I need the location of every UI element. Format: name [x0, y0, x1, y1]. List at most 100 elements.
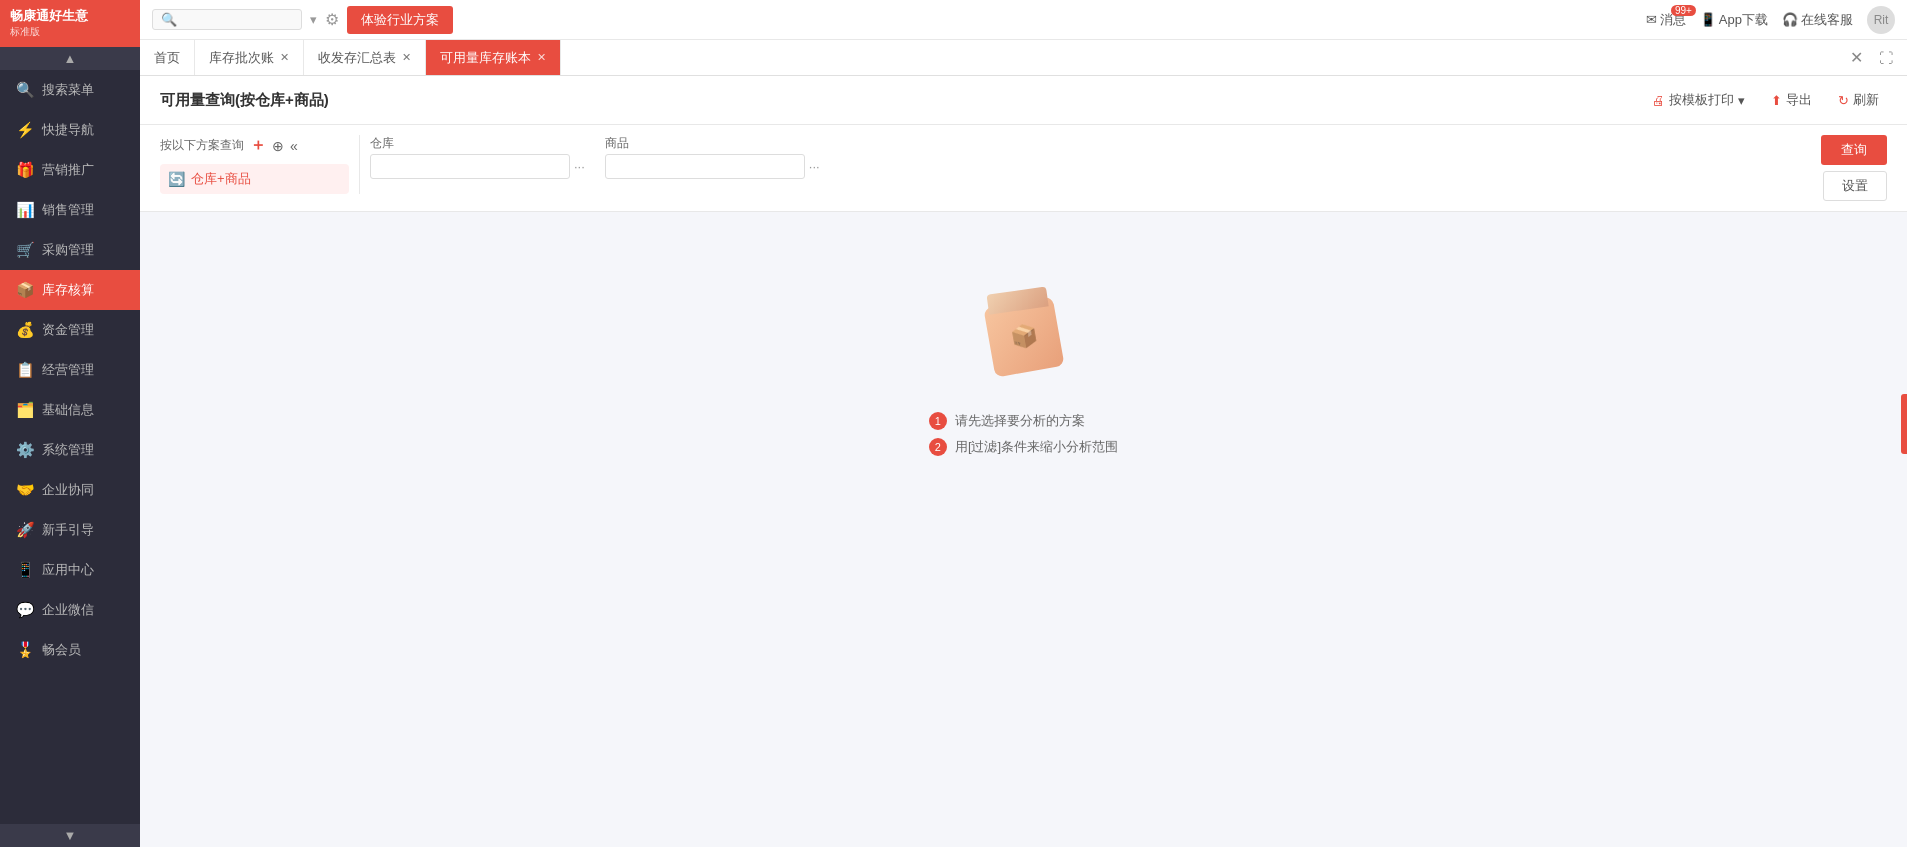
message-icon-area[interactable]: ✉ 消息 99+: [1646, 11, 1686, 29]
sidebar-item-marketing[interactable]: 🎁营销推广: [0, 150, 140, 190]
empty-hint-1: 1 请先选择要分析的方案: [929, 412, 1118, 430]
empty-state: 📦 1 请先选择要分析的方案 2 用[过滤]条件来缩小分析范围: [140, 212, 1907, 536]
hint-num-2: 2: [929, 438, 947, 456]
sidebar-item-label: 企业协同: [42, 481, 94, 499]
sidebar-item-purchase[interactable]: 🛒采购管理: [0, 230, 140, 270]
product-more-btn[interactable]: ···: [809, 159, 820, 174]
sidebar-item-label: 搜索菜单: [42, 81, 94, 99]
app-center-icon: 📱: [16, 561, 34, 579]
sidebar-item-sales[interactable]: 📊销售管理: [0, 190, 140, 230]
chevron-down-icon[interactable]: ▾: [310, 12, 317, 27]
product-input[interactable]: [605, 154, 805, 179]
sidebar-item-vip[interactable]: 🎖️畅会员: [0, 630, 140, 670]
sidebar: 畅康通好生意 标准版 ▲ 🔍 搜索菜单 ⚡快捷导航🎁营销推广📊销售管理🛒采购管理📦库…: [0, 0, 140, 847]
print-label: 按模板打印: [1669, 91, 1734, 109]
scheme-collapse-btn[interactable]: «: [290, 138, 298, 154]
print-btn[interactable]: 🖨 按模板打印 ▾: [1644, 88, 1753, 112]
sidebar-item-app-center[interactable]: 📱 应用中心: [0, 550, 140, 590]
online-service-link[interactable]: 🎧 在线客服: [1782, 11, 1853, 29]
industry-btn[interactable]: 体验行业方案: [347, 6, 453, 34]
sidebar-scroll-down[interactable]: ▼: [0, 824, 140, 847]
sidebar-scroll-up[interactable]: ▲: [0, 47, 140, 70]
filter-setting-btn[interactable]: 设置: [1823, 171, 1887, 201]
topbar-right: ✉ 消息 99+ 📱 App下载 🎧 在线客服 Rit: [1646, 6, 1895, 34]
sidebar-item-base[interactable]: 🗂️ 基础信息: [0, 390, 140, 430]
marketing-icon: 🎁: [16, 161, 34, 179]
sidebar-item-quick-nav[interactable]: ⚡快捷导航: [0, 110, 140, 150]
query-btn[interactable]: 查询: [1821, 135, 1887, 165]
sidebar-item-wechat[interactable]: 💬 企业微信: [0, 590, 140, 630]
cooperation-icon: 🤝: [16, 481, 34, 499]
gear-icon[interactable]: ⚙: [325, 10, 339, 29]
tab-label-warehouse-summary: 收发存汇总表: [318, 49, 396, 67]
tab-close-warehouse-summary[interactable]: ✕: [402, 51, 411, 64]
sidebar-item-system[interactable]: ⚙️系统管理: [0, 430, 140, 470]
sidebar-item-inventory[interactable]: 📦库存核算: [0, 270, 140, 310]
tabbar-right: ✕ ⛶: [1844, 46, 1907, 69]
app-label: App下载: [1719, 11, 1768, 29]
app-download-link[interactable]: 📱 App下载: [1700, 11, 1768, 29]
avatar-text: Rit: [1874, 13, 1889, 27]
sidebar-item-cooperation[interactable]: 🤝 企业协同: [0, 470, 140, 510]
scheme-add-btn[interactable]: ＋: [250, 135, 266, 156]
page-title: 可用量查询(按仓库+商品): [160, 91, 329, 110]
scheme-label: 按以下方案查询: [160, 137, 244, 154]
tab-available-qty[interactable]: 可用量库存账本 ✕: [426, 40, 561, 75]
wechat-icon: 💬: [16, 601, 34, 619]
filter-actions: 查询 设置: [1821, 135, 1887, 201]
sales-icon: 📊: [16, 201, 34, 219]
warehouse-input[interactable]: [370, 154, 570, 179]
export-icon: ⬆: [1771, 93, 1782, 108]
sidebar-item-label: 企业微信: [42, 601, 94, 619]
tab-home[interactable]: 首页: [140, 40, 195, 75]
export-label: 导出: [1786, 91, 1812, 109]
sidebar-item-label: 资金管理: [42, 321, 94, 339]
base-icon: 🗂️: [16, 401, 34, 419]
user-avatar[interactable]: Rit: [1867, 6, 1895, 34]
tab-warehouse-summary[interactable]: 收发存汇总表 ✕: [304, 40, 426, 75]
tab-label-batch-account: 库存批次账: [209, 49, 274, 67]
refresh-label: 刷新: [1853, 91, 1879, 109]
warehouse-more-btn[interactable]: ···: [574, 159, 585, 174]
tab-label-available-qty: 可用量库存账本: [440, 49, 531, 67]
system-icon: ⚙️: [16, 441, 34, 459]
page-header: 可用量查询(按仓库+商品) 🖨 按模板打印 ▾ ⬆ 导出 ↻ 刷新: [140, 76, 1907, 125]
hint-num-1: 1: [929, 412, 947, 430]
sidebar-item-label: 库存核算: [42, 281, 94, 299]
search-icon: 🔍: [16, 81, 34, 99]
vip-icon: 🎖️: [16, 641, 34, 659]
message-icon: ✉: [1646, 12, 1657, 27]
filter-area: 按以下方案查询 ＋ ⊕ « 🔄 仓库+商品 仓库 ···: [140, 125, 1907, 212]
brand-name: 畅康通好生意: [10, 8, 88, 25]
tab-close-batch-account[interactable]: ✕: [280, 51, 289, 64]
refresh-btn[interactable]: ↻ 刷新: [1830, 88, 1887, 112]
sidebar-header: 畅康通好生意 标准版: [0, 0, 140, 47]
sidebar-item-operation[interactable]: 📋经营管理: [0, 350, 140, 390]
warehouse-filter-field: 仓库 ···: [370, 135, 585, 179]
sidebar-item-label: 采购管理: [42, 241, 94, 259]
empty-box-graphic: 📦: [983, 296, 1064, 377]
empty-hints: 1 请先选择要分析的方案 2 用[过滤]条件来缩小分析范围: [929, 412, 1118, 456]
sidebar-item-guide[interactable]: 🚀新手引导: [0, 510, 140, 550]
tabbar: 首页库存批次账 ✕ 收发存汇总表 ✕ 可用量库存账本 ✕ ✕ ⛶: [140, 40, 1907, 76]
sidebar-item-search[interactable]: 🔍 搜索菜单: [0, 70, 140, 110]
topbar-search-box[interactable]: 🔍: [152, 9, 302, 30]
sidebar-item-label: 基础信息: [42, 401, 94, 419]
scheme-header: 按以下方案查询 ＋ ⊕ «: [160, 135, 349, 156]
scheme-setting-btn[interactable]: ⊕: [272, 138, 284, 154]
product-input-row: ···: [605, 154, 820, 179]
sidebar-item-label: 应用中心: [42, 561, 94, 579]
expand-btn[interactable]: ⛶: [1873, 48, 1899, 68]
export-btn[interactable]: ⬆ 导出: [1763, 88, 1820, 112]
sidebar-item-label: 快捷导航: [42, 121, 94, 139]
hint-text-2: 用[过滤]条件来缩小分析范围: [955, 438, 1118, 456]
scheme-panel: 按以下方案查询 ＋ ⊕ « 🔄 仓库+商品: [160, 135, 360, 194]
sidebar-item-finance[interactable]: 💰资金管理: [0, 310, 140, 350]
warehouse-input-row: ···: [370, 154, 585, 179]
service-label: 在线客服: [1801, 11, 1853, 29]
scheme-item-warehouse-product[interactable]: 🔄 仓库+商品: [160, 164, 349, 194]
close-all-tabs-btn[interactable]: ✕: [1844, 46, 1869, 69]
tab-batch-account[interactable]: 库存批次账 ✕: [195, 40, 304, 75]
search-input[interactable]: [181, 13, 281, 27]
tab-close-available-qty[interactable]: ✕: [537, 51, 546, 64]
